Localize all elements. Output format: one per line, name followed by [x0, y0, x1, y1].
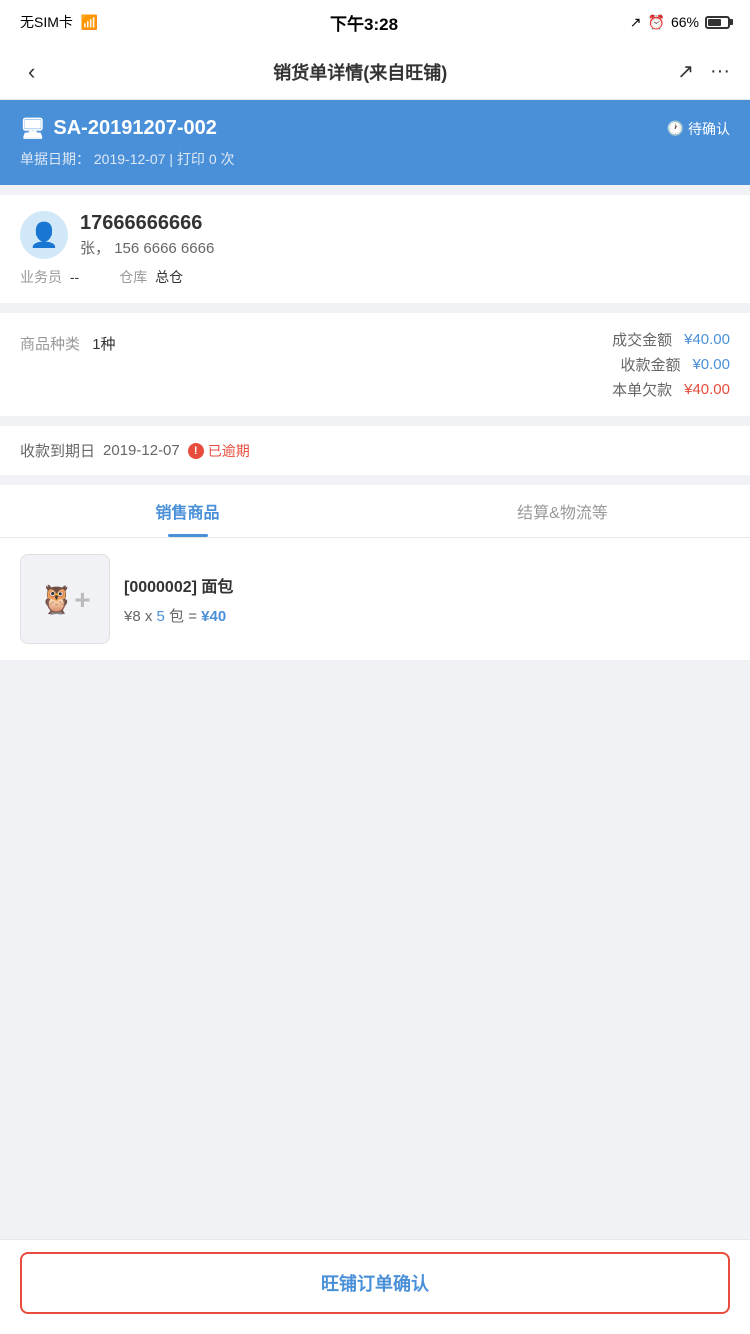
nav-actions: ↗︎ ··· — [677, 59, 730, 84]
tabs-section: 销售商品 结算&物流等 🦉+ [0000002] 面包 ¥8 x 5 包 — [0, 485, 750, 661]
separator: | — [169, 151, 177, 167]
wifi-icon: 📶 — [81, 14, 98, 31]
battery-fill — [708, 19, 721, 26]
tab-products-label: 销售商品 — [155, 505, 219, 522]
product-thumbnail: 🦉+ — [20, 554, 110, 644]
avatar-icon: 👤 — [29, 221, 59, 250]
overdue-icon: ! — [188, 443, 204, 459]
product-name: [0000002] 面包 — [124, 573, 730, 597]
battery-text: 66% — [671, 14, 699, 30]
stats-left: 商品种类 1种 — [20, 329, 116, 354]
product-owl-icon: 🦉+ — [39, 583, 90, 616]
status-text: 待确认 — [688, 119, 730, 139]
owed-label: 本单欠款 — [612, 379, 672, 400]
amount-row: 成交金额 ¥40.00 — [612, 329, 730, 350]
sales-detail: 业务员 -- — [20, 267, 79, 287]
order-id-text: SA-20191207-002 — [53, 117, 216, 140]
status-time: 下午3:28 — [330, 10, 398, 35]
nav-bar: ‹ 销货单详情(来自旺铺) ↗︎ ··· — [0, 44, 750, 100]
confirm-button[interactable]: 旺铺订单确认 — [20, 1252, 730, 1314]
status-left: 无SIM卡 📶 — [20, 12, 98, 32]
order-meta: 单据日期： 2019-12-07 | 打印 0 次 — [20, 149, 730, 169]
order-date: 2019-12-07 — [94, 151, 166, 167]
product-qty: 5 — [157, 608, 165, 625]
battery-icon — [705, 16, 730, 29]
unit-price: ¥8 — [124, 608, 141, 625]
customer-phone: 17666666666 — [80, 212, 214, 235]
status-clock-icon: 🕐 — [667, 120, 684, 137]
carrier-text: 无SIM卡 — [20, 12, 73, 32]
order-header-top: 🖥 SA-20191207-002 🕐 待确认 — [20, 116, 730, 141]
more-icon[interactable]: ··· — [710, 60, 730, 83]
customer-info: 17666666666 张， 156 6666 6666 — [80, 212, 214, 258]
tab-products[interactable]: 销售商品 — [0, 485, 375, 537]
warehouse-value: 总仓 — [155, 269, 183, 285]
print-count: 0 — [209, 151, 217, 167]
owed-value: ¥40.00 — [684, 381, 730, 398]
received-label: 收款金额 — [620, 354, 680, 375]
order-id: 🖥 SA-20191207-002 — [20, 116, 217, 141]
status-bar: 无SIM卡 📶 下午3:28 ↗ ⏰ 66% — [0, 0, 750, 44]
product-price-line: ¥8 x 5 包 = ¥40 — [124, 605, 730, 626]
unit: 包 — [169, 608, 184, 625]
back-button[interactable]: ‹ — [20, 55, 43, 89]
page-title: 销货单详情(来自旺铺) — [273, 59, 447, 85]
amount-value: ¥40.00 — [684, 331, 730, 348]
print-label: 打印 — [177, 151, 205, 167]
amount-label: 成交金额 — [612, 329, 672, 350]
customer-name: 张， 156 6666 6666 — [80, 237, 214, 258]
overdue-badge: ! 已逾期 — [188, 441, 250, 461]
owed-row: 本单欠款 ¥40.00 — [612, 379, 730, 400]
print-suffix: 次 — [221, 151, 235, 167]
received-row: 收款金额 ¥0.00 — [620, 354, 730, 375]
warehouse-label: 仓库 — [119, 269, 147, 285]
date-label: 单据日期： — [20, 151, 90, 167]
product-total: ¥40 — [201, 608, 226, 625]
product-list: 🦉+ [0000002] 面包 ¥8 x 5 包 = ¥40 — [0, 538, 750, 661]
tab-settlement-label: 结算&物流等 — [517, 505, 608, 522]
warehouse-detail: 仓库 总仓 — [119, 267, 183, 287]
product-item: 🦉+ [0000002] 面包 ¥8 x 5 包 = ¥40 — [0, 538, 750, 661]
order-id-icon: 🖥 — [20, 116, 45, 141]
customer-details: 业务员 -- 仓库 总仓 — [20, 267, 730, 287]
empty-space — [0, 661, 750, 861]
avatar: 👤 — [20, 211, 68, 259]
customer-row: 👤 17666666666 张， 156 6666 6666 — [20, 211, 730, 259]
type-label: 商品种类 — [20, 336, 80, 353]
order-status: 🕐 待确认 — [667, 119, 730, 139]
order-header: 🖥 SA-20191207-002 🕐 待确认 单据日期： 2019-12-07… — [0, 100, 750, 185]
status-right: ↗ ⏰ 66% — [630, 14, 730, 31]
due-date: 2019-12-07 — [103, 442, 180, 459]
sales-value: -- — [70, 269, 79, 285]
gps-icon: ↗ — [630, 14, 642, 31]
sales-label: 业务员 — [20, 269, 62, 285]
product-title: 面包 — [201, 579, 233, 596]
tab-settlement[interactable]: 结算&物流等 — [375, 485, 750, 537]
multiply-sign: x — [145, 608, 157, 625]
alarm-icon: ⏰ — [648, 14, 665, 31]
customer-section: 👤 17666666666 张， 156 6666 6666 业务员 -- 仓库… — [0, 195, 750, 303]
stats-section: 商品种类 1种 成交金额 ¥40.00 收款金额 ¥0.00 本单欠款 ¥40.… — [0, 313, 750, 416]
tabs-header: 销售商品 结算&物流等 — [0, 485, 750, 538]
overdue-text: 已逾期 — [208, 441, 250, 461]
bottom-bar: 旺铺订单确认 — [0, 1239, 750, 1334]
stats-right: 成交金额 ¥40.00 收款金额 ¥0.00 本单欠款 ¥40.00 — [612, 329, 730, 400]
product-code: [0000002] — [124, 579, 197, 596]
equals-sign: = — [188, 608, 201, 625]
due-section: 收款到期日 2019-12-07 ! 已逾期 — [0, 426, 750, 475]
product-info: [0000002] 面包 ¥8 x 5 包 = ¥40 — [124, 573, 730, 626]
type-value: 1种 — [92, 336, 115, 353]
share-icon[interactable]: ↗︎ — [677, 59, 694, 84]
received-value: ¥0.00 — [692, 356, 730, 373]
due-label: 收款到期日 — [20, 440, 95, 461]
